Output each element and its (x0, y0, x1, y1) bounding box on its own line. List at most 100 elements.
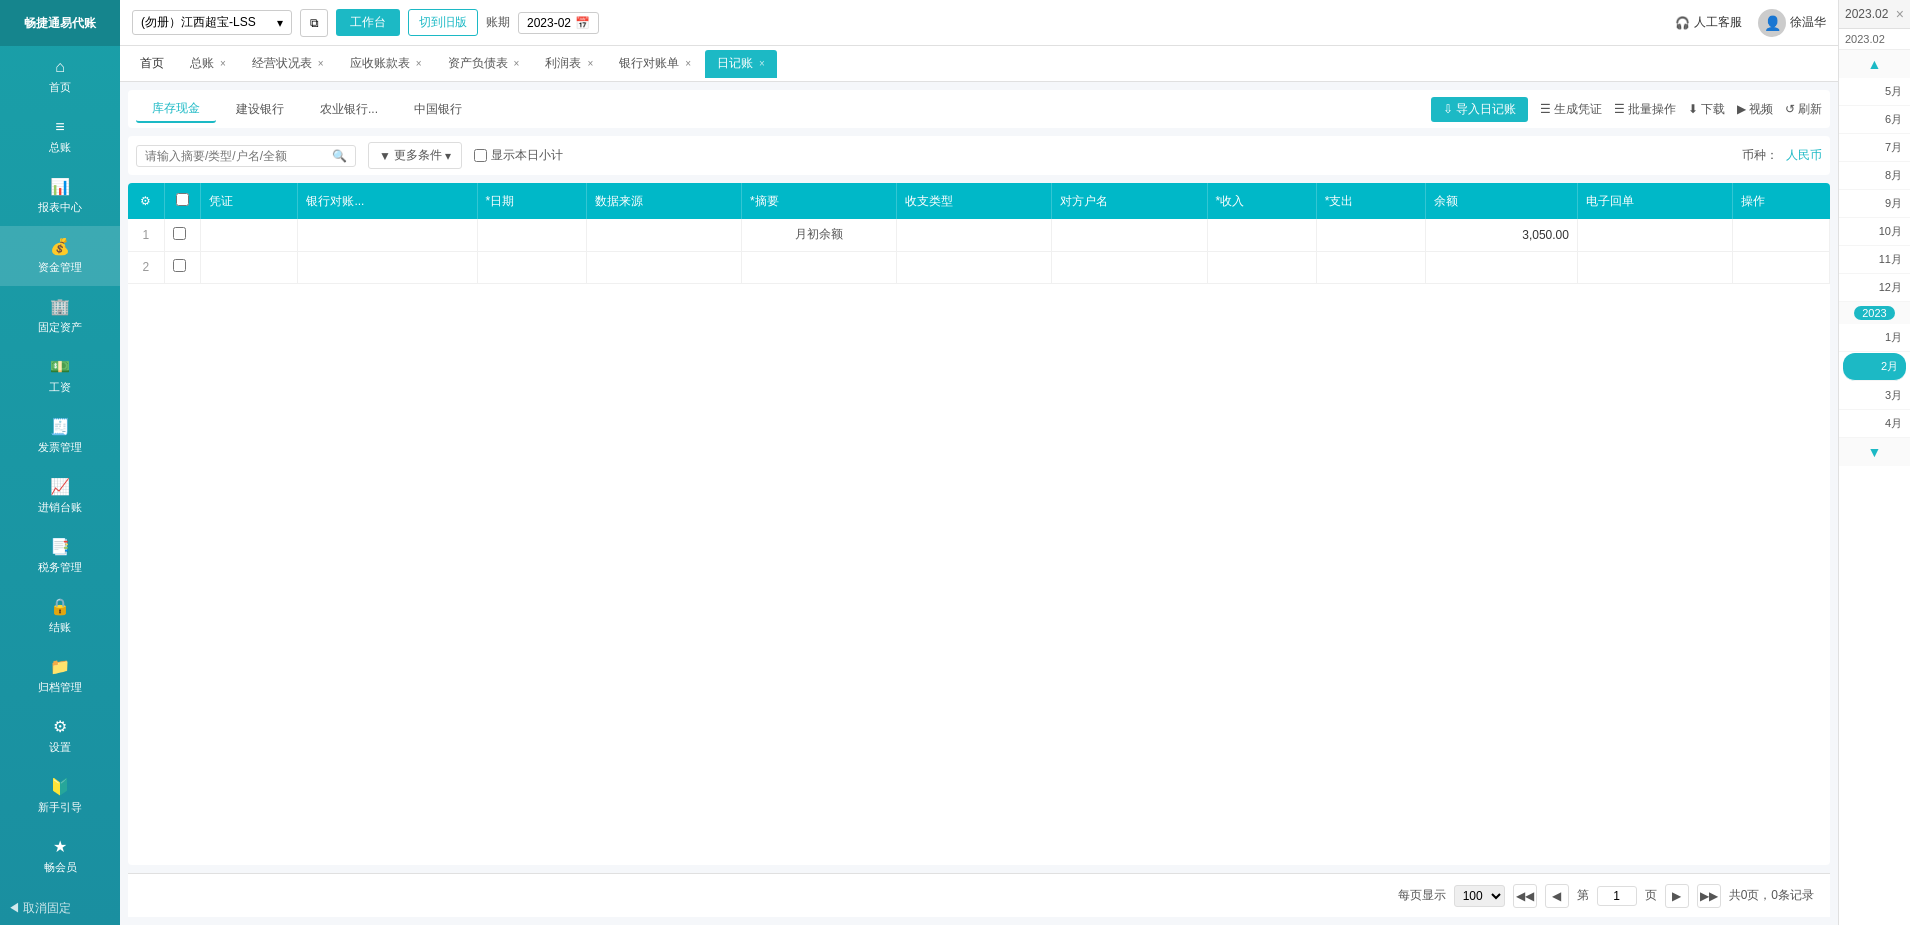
sidebar-item-archive-label: 归档管理 (38, 680, 82, 695)
download-button[interactable]: ⬇ 下载 (1688, 101, 1725, 118)
show-today-checkbox-input[interactable] (474, 149, 487, 162)
tab-assets-close[interactable]: × (514, 58, 520, 69)
customer-service-button[interactable]: 🎧 人工客服 (1675, 14, 1742, 31)
sidebar-item-closing[interactable]: 🔒 结账 (0, 586, 120, 646)
video-button[interactable]: ▶ 视频 (1737, 101, 1773, 118)
tab-journal[interactable]: 日记账 × (705, 50, 777, 78)
tab-receivable-label: 应收账款表 (350, 55, 410, 72)
tab-ledger[interactable]: 总账 × (178, 50, 238, 78)
sidebar-item-reports[interactable]: 📊 报表中心 (0, 166, 120, 226)
date-panel-title: 2023.02 (1845, 7, 1888, 21)
year-next-button[interactable]: ▼ (1866, 442, 1884, 462)
month-item-11[interactable]: 11月 (1839, 246, 1910, 274)
month-item-1-2023[interactable]: 1月 (1839, 324, 1910, 352)
last-page-button[interactable]: ▶▶ (1697, 884, 1721, 908)
bank-tab-china[interactable]: 中国银行 (398, 97, 478, 122)
company-dropdown-icon: ▾ (277, 16, 283, 30)
sidebar-item-member[interactable]: ★ 畅会员 (0, 826, 120, 886)
bank-tab-agriculture[interactable]: 农业银行... (304, 97, 394, 122)
filter-icon: ▼ (379, 149, 391, 163)
row-checkbox-cell[interactable] (164, 251, 200, 283)
unpin-sidebar-button[interactable]: ◀ 取消固定 (0, 892, 120, 925)
download-icon: ⬇ (1688, 102, 1698, 116)
th-checkbox[interactable] (164, 183, 200, 219)
tab-home[interactable]: 首页 (128, 50, 176, 78)
month-item-5[interactable]: 5月 (1839, 78, 1910, 106)
tab-business[interactable]: 经营状况表 × (240, 50, 336, 78)
first-page-button[interactable]: ◀◀ (1513, 884, 1537, 908)
page-suffix: 页 (1645, 887, 1657, 904)
batch-operation-button[interactable]: ☰ 批量操作 (1614, 101, 1676, 118)
tab-receivable[interactable]: 应收账款表 × (338, 50, 434, 78)
tab-profit[interactable]: 利润表 × (533, 50, 605, 78)
salary-icon: 💵 (50, 357, 70, 376)
sidebar-item-salary[interactable]: 💵 工资 (0, 346, 120, 406)
per-page-select[interactable]: 100 50 200 (1454, 885, 1505, 907)
generate-voucher-button[interactable]: ☰ 生成凭证 (1540, 101, 1602, 118)
copy-button[interactable]: ⧉ (300, 9, 328, 37)
tab-ledger-close[interactable]: × (220, 58, 226, 69)
tab-business-close[interactable]: × (318, 58, 324, 69)
row-checkbox[interactable] (173, 259, 186, 272)
cell-voucher (200, 251, 298, 283)
row-checkbox-cell[interactable] (164, 219, 200, 251)
month-item-12[interactable]: 12月 (1839, 274, 1910, 302)
company-selector[interactable]: (勿册）江西超宝-LSS ▾ (132, 10, 292, 35)
import-journal-button[interactable]: ⇩ 导入日记账 (1431, 97, 1528, 122)
sidebar-item-tax[interactable]: 📑 税务管理 (0, 526, 120, 586)
sidebar-item-guide[interactable]: 🔰 新手引导 (0, 766, 120, 826)
sidebar-item-settings[interactable]: ⚙ 设置 (0, 706, 120, 766)
month-item-3-2023[interactable]: 3月 (1839, 382, 1910, 410)
month-item-2-2023[interactable]: 2月 (1843, 353, 1906, 381)
sidebar-item-invoice[interactable]: 🧾 发票管理 (0, 406, 120, 466)
tab-bank-label: 银行对账单 (619, 55, 679, 72)
month-item-8[interactable]: 8月 (1839, 162, 1910, 190)
batch-icon: ☰ (1614, 102, 1625, 116)
refresh-button[interactable]: ↺ 刷新 (1785, 101, 1822, 118)
tab-home-label: 首页 (140, 55, 164, 72)
search-wrap[interactable]: 🔍 (136, 145, 356, 167)
show-today-subtotal-checkbox[interactable]: 显示本日小计 (474, 147, 563, 164)
tab-bank-close[interactable]: × (685, 58, 691, 69)
more-filters-button[interactable]: ▼ 更多条件 ▾ (368, 142, 462, 169)
prev-page-button[interactable]: ◀ (1545, 884, 1569, 908)
sidebar-item-ledger[interactable]: ≡ 总账 (0, 106, 120, 166)
year-2023-label-row: 2023 (1839, 302, 1910, 324)
sidebar-item-home[interactable]: ⌂ 首页 (0, 46, 120, 106)
date-period-label: 2023.02 (1839, 29, 1910, 50)
month-item-10[interactable]: 10月 (1839, 218, 1910, 246)
tab-profit-close[interactable]: × (587, 58, 593, 69)
user-menu[interactable]: 👤 徐温华 (1758, 9, 1826, 37)
main-area: (勿册）江西超宝-LSS ▾ ⧉ 工作台 切到旧版 账期 2023-02 📅 🎧… (120, 0, 1838, 925)
sidebar-item-assets[interactable]: 🏢 固定资产 (0, 286, 120, 346)
cell-bank-ref (298, 251, 477, 283)
select-all-checkbox[interactable] (176, 193, 189, 206)
tab-bank[interactable]: 银行对账单 × (607, 50, 703, 78)
year-prev-button[interactable]: ▲ (1866, 54, 1884, 74)
next-page-button[interactable]: ▶ (1665, 884, 1689, 908)
bank-tab-cash[interactable]: 库存现金 (136, 96, 216, 123)
table-row: 1 月初余额 3,050.00 (128, 219, 1830, 251)
date-panel-close-button[interactable]: × (1896, 6, 1904, 22)
sidebar-item-invoice-label: 发票管理 (38, 440, 82, 455)
tab-assets[interactable]: 资产负债表 × (436, 50, 532, 78)
sidebar-item-archive[interactable]: 📁 归档管理 (0, 646, 120, 706)
month-item-4-2023[interactable]: 4月 (1839, 410, 1910, 438)
period-selector[interactable]: 2023-02 📅 (518, 12, 599, 34)
switch-old-button[interactable]: 切到旧版 (408, 9, 478, 36)
sidebar-item-capital[interactable]: 💰 资金管理 (0, 226, 120, 286)
row-checkbox[interactable] (173, 227, 186, 240)
workbench-button[interactable]: 工作台 (336, 9, 400, 36)
page-label: 第 (1577, 887, 1589, 904)
month-item-7[interactable]: 7月 (1839, 134, 1910, 162)
page-input[interactable] (1597, 886, 1637, 906)
sidebar-item-sales[interactable]: 📈 进销台账 (0, 466, 120, 526)
bank-tab-construction[interactable]: 建设银行 (220, 97, 300, 122)
tab-receivable-close[interactable]: × (416, 58, 422, 69)
search-input[interactable] (145, 149, 328, 163)
cell-e-receipt (1577, 251, 1732, 283)
month-item-9[interactable]: 9月 (1839, 190, 1910, 218)
tab-journal-close[interactable]: × (759, 58, 765, 69)
th-settings[interactable]: ⚙ (128, 183, 164, 219)
month-item-6[interactable]: 6月 (1839, 106, 1910, 134)
